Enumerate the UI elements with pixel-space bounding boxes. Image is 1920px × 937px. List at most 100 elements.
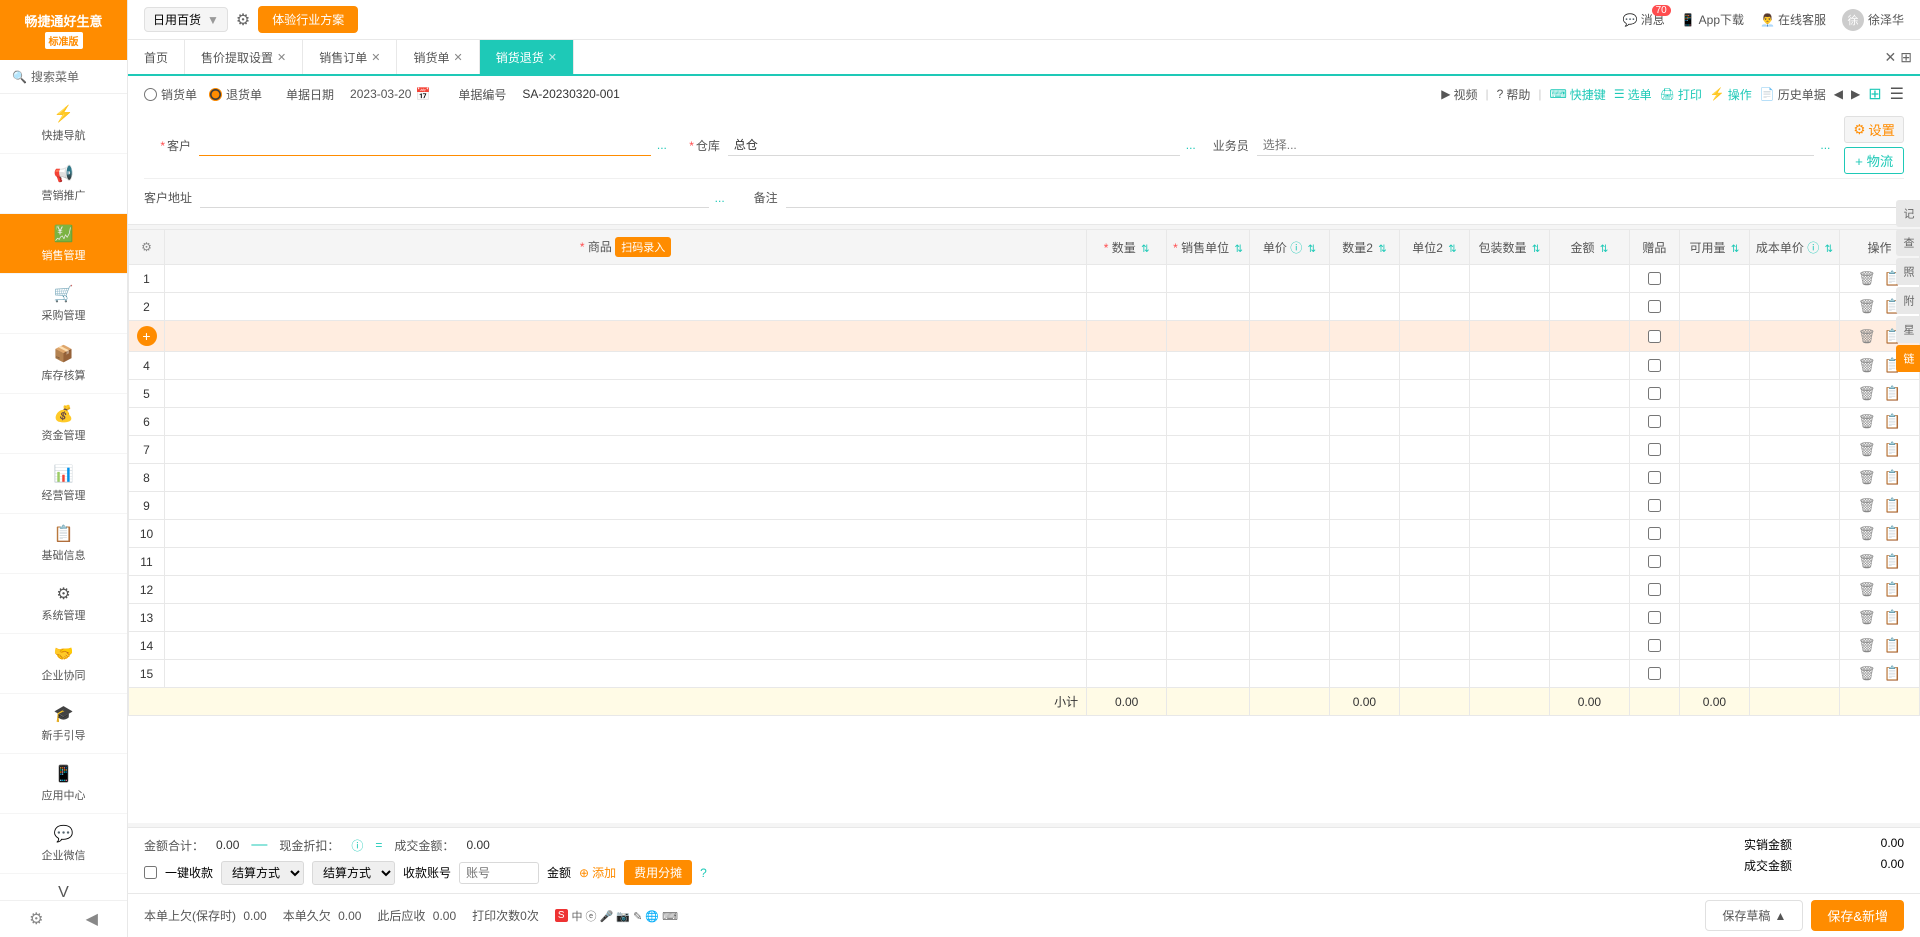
sidebar-item-inventory[interactable]: 📦 库存核算 xyxy=(0,334,127,394)
address-input[interactable] xyxy=(200,187,709,208)
gift-checkbox[interactable] xyxy=(1648,583,1661,596)
list-view-icon[interactable]: ☰ xyxy=(1890,84,1904,104)
row-qty2-active[interactable] xyxy=(1329,321,1399,352)
delete-row-icon[interactable]: 🗑 xyxy=(1858,357,1876,374)
copy-row-icon[interactable]: 📋 xyxy=(1884,497,1901,514)
row-qty[interactable] xyxy=(1087,265,1167,293)
settlement-method-select[interactable]: 结算方式 xyxy=(221,861,304,885)
delete-row-icon[interactable]: 🗑 xyxy=(1858,270,1876,287)
row-qty2[interactable] xyxy=(1329,265,1399,293)
sidebar-item-marketing[interactable]: 📢 营销推广 xyxy=(0,154,127,214)
prev-record-icon[interactable]: ◀ xyxy=(1834,87,1843,101)
row-unit2[interactable] xyxy=(1399,265,1469,293)
row-gift-active[interactable] xyxy=(1629,321,1679,352)
table-view-icon[interactable]: ⊞ xyxy=(1868,84,1881,104)
delete-row-icon[interactable]: 🗑 xyxy=(1858,553,1876,570)
row-pack[interactable] xyxy=(1469,293,1549,321)
gift-checkbox[interactable] xyxy=(1648,611,1661,624)
calc-method-select[interactable]: 结算方式 xyxy=(312,861,395,885)
one-click-pay-checkbox[interactable] xyxy=(144,866,157,879)
app-download-link[interactable]: 📱 App下载 xyxy=(1681,11,1744,28)
row-product-input[interactable] xyxy=(165,321,1087,352)
sort-pack-icon[interactable]: ⇅ xyxy=(1532,244,1540,255)
row-product[interactable] xyxy=(165,265,1087,293)
sort-cost-icon[interactable]: ⇅ xyxy=(1825,244,1833,255)
gift-checkbox[interactable] xyxy=(1648,359,1661,372)
row-price[interactable] xyxy=(1249,265,1329,293)
sidebar-item-sales[interactable]: 💹 销售管理 xyxy=(0,214,127,274)
customer-input[interactable] xyxy=(199,135,651,156)
topbar-gear-icon[interactable]: ⚙ xyxy=(236,10,250,30)
row-unit[interactable] xyxy=(1167,293,1250,321)
delete-row-icon[interactable]: 🗑 xyxy=(1858,441,1876,458)
col-header-settings[interactable]: ⚙ xyxy=(129,230,165,265)
row-unit-active[interactable] xyxy=(1167,321,1250,352)
copy-row-icon[interactable]: 📋 xyxy=(1884,581,1901,598)
experience-btn[interactable]: 体验行业方案 xyxy=(258,6,358,33)
row-cost-active[interactable] xyxy=(1749,321,1839,352)
industry-select[interactable]: 日用百货 ▼ xyxy=(144,7,228,32)
row-avail[interactable] xyxy=(1679,293,1749,321)
sidebar-item-finance[interactable]: 💰 资金管理 xyxy=(0,394,127,454)
radio-return[interactable]: 退货单 xyxy=(209,86,262,103)
delete-row-icon[interactable]: 🗑 xyxy=(1858,298,1876,315)
sort-unit2-icon[interactable]: ⇅ xyxy=(1448,244,1456,255)
sidebar-item-newbie[interactable]: 🎓 新手引导 xyxy=(0,694,127,754)
row-gift[interactable] xyxy=(1629,265,1679,293)
cash-discount-info-icon[interactable]: ⓘ xyxy=(351,837,363,854)
copy-row-icon[interactable]: 📋 xyxy=(1884,469,1901,486)
sort-amount-icon[interactable]: ⇅ xyxy=(1600,244,1608,255)
row-pack[interactable] xyxy=(1469,265,1549,293)
sort-price-icon[interactable]: ⇅ xyxy=(1308,244,1316,255)
row-amount[interactable] xyxy=(1549,265,1629,293)
row-product[interactable] xyxy=(165,293,1087,321)
save-draft-btn[interactable]: 保存草稿 ▲ xyxy=(1705,900,1803,931)
sort-qty-icon[interactable]: ⇅ xyxy=(1141,244,1149,255)
tab-sale-out[interactable]: 销货单 ✕ xyxy=(397,40,479,74)
delete-row-icon[interactable]: 🗑 xyxy=(1858,665,1876,682)
side-photo-btn[interactable]: 照 xyxy=(1896,258,1920,285)
sort-qty2-icon[interactable]: ⇅ xyxy=(1378,244,1386,255)
delete-row-icon[interactable]: 🗑 xyxy=(1858,581,1876,598)
side-note-btn[interactable]: 记 xyxy=(1896,200,1920,227)
copy-row-icon[interactable]: 📋 xyxy=(1884,525,1901,542)
salesman-picker-btn[interactable]: ... xyxy=(1814,135,1836,155)
tab-close-icon[interactable]: ✕ xyxy=(371,51,380,64)
radio-return-input[interactable] xyxy=(209,88,222,101)
sidebar-item-purchase[interactable]: 🛒 采购管理 xyxy=(0,274,127,334)
product-input-field[interactable] xyxy=(169,329,1082,344)
sidebar-item-system[interactable]: ⚙ 系统管理 xyxy=(0,574,127,634)
price-info-icon[interactable]: ⓘ xyxy=(1290,241,1302,255)
tab-home[interactable]: 首页 xyxy=(128,40,185,74)
gift-checkbox[interactable] xyxy=(1648,272,1661,285)
copy-row-icon[interactable]: 📋 xyxy=(1884,385,1901,402)
add-row-btn[interactable]: + xyxy=(137,326,157,346)
gift-checkbox[interactable] xyxy=(1648,415,1661,428)
warehouse-picker-btn[interactable]: ... xyxy=(1180,135,1202,155)
history-btn[interactable]: 📄 历史单据 xyxy=(1760,86,1826,103)
customer-picker-btn[interactable]: ... xyxy=(651,135,673,155)
row-avail-active[interactable] xyxy=(1679,321,1749,352)
save-new-btn[interactable]: 保存&新增 xyxy=(1811,900,1904,931)
salesman-input[interactable] xyxy=(1257,135,1815,156)
column-settings-icon[interactable]: ⚙ xyxy=(141,240,152,254)
gift-checkbox[interactable] xyxy=(1648,300,1661,313)
row-unit2-active[interactable] xyxy=(1399,321,1469,352)
fee-split-btn[interactable]: 费用分摊 xyxy=(624,860,692,885)
delete-row-icon[interactable]: 🗑 xyxy=(1858,385,1876,402)
add-payment-btn[interactable]: ⊕ 添加 xyxy=(579,864,616,881)
row-price[interactable] xyxy=(1249,293,1329,321)
row-amount[interactable] xyxy=(1549,293,1629,321)
gift-checkbox[interactable] xyxy=(1648,443,1661,456)
row-amount-active[interactable] xyxy=(1549,321,1629,352)
add-logistics-btn[interactable]: + 物流 xyxy=(1844,147,1904,174)
gift-checkbox[interactable] xyxy=(1648,471,1661,484)
sidebar-item-enterprise[interactable]: 🤝 企业协同 xyxy=(0,634,127,694)
copy-row-icon[interactable]: 📋 xyxy=(1884,413,1901,430)
side-attach-btn[interactable]: 附 xyxy=(1896,287,1920,314)
delete-row-icon[interactable]: 🗑 xyxy=(1858,637,1876,654)
gift-checkbox[interactable] xyxy=(1648,527,1661,540)
online-service-link[interactable]: 👨‍💼 在线客服 xyxy=(1760,11,1826,28)
gift-checkbox[interactable] xyxy=(1648,667,1661,680)
next-record-icon[interactable]: ▶ xyxy=(1851,87,1860,101)
